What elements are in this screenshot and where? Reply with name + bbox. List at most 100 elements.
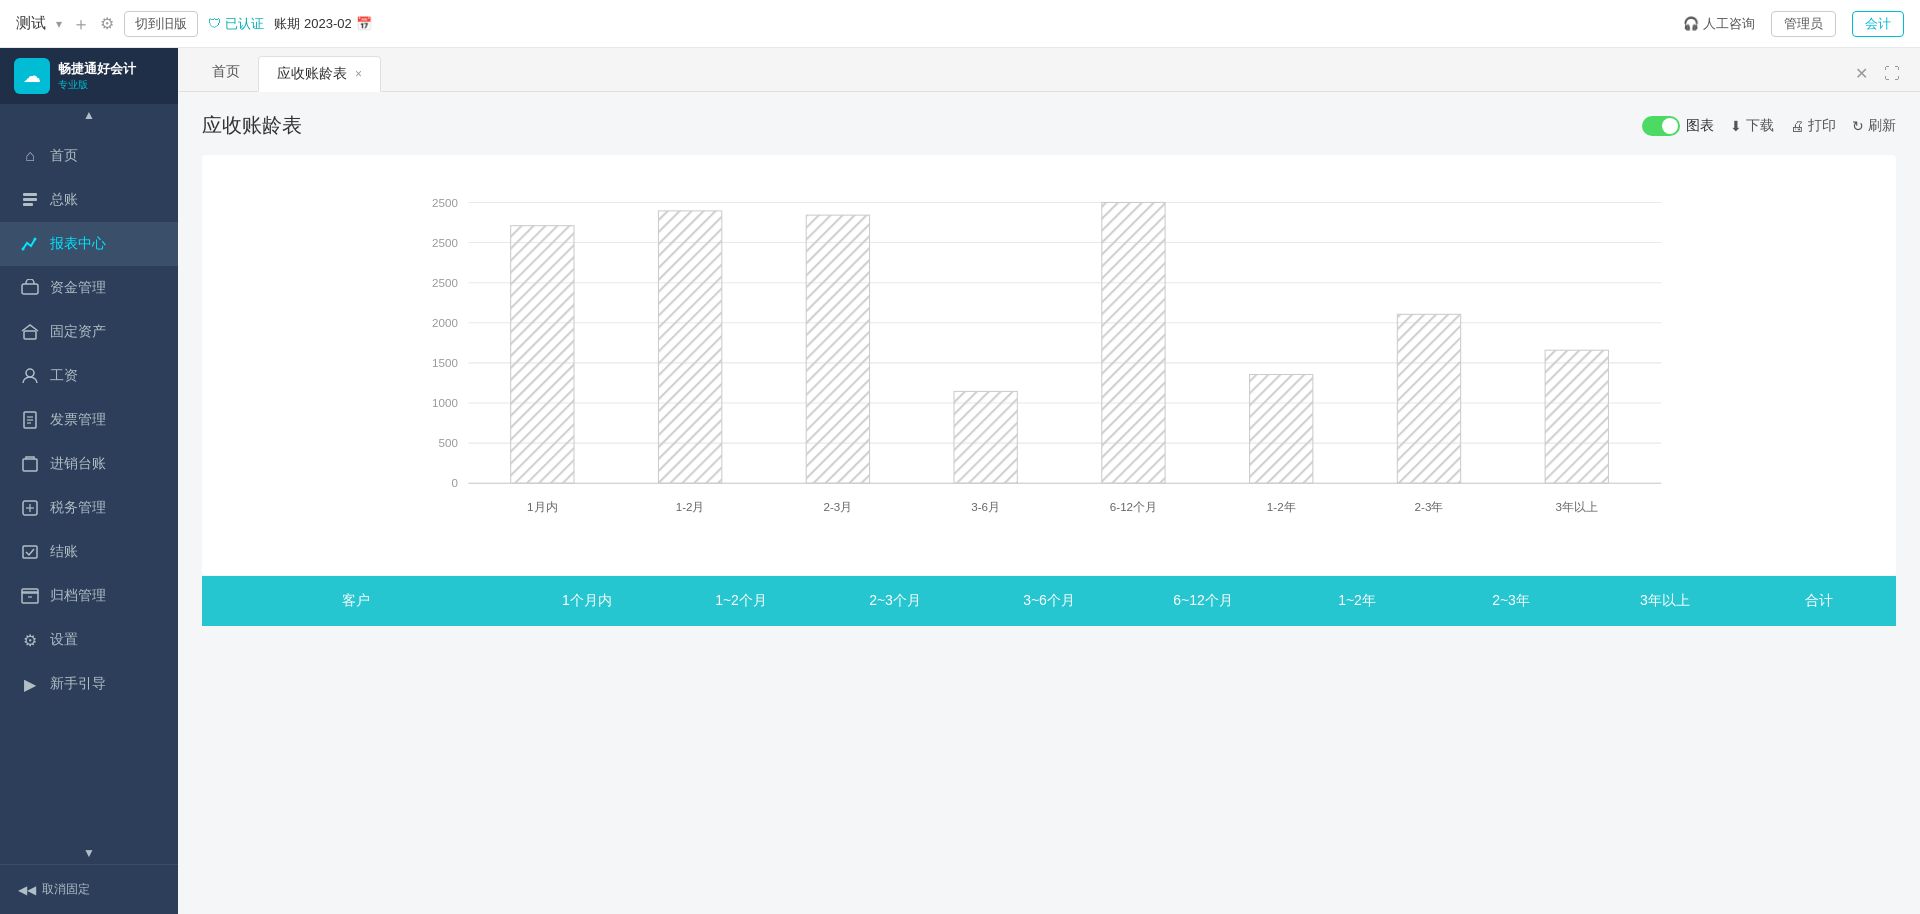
accountant-button[interactable]: 会计 [1852,11,1904,37]
svg-rect-18 [22,589,38,593]
sidebar-item-label: 进销台账 [50,455,106,473]
expand-icon[interactable]: ⛶ [1880,61,1904,87]
invoice-icon [20,410,40,430]
sidebar-item-guide[interactable]: ▶ 新手引导 [0,662,178,706]
th-3year-plus: 3年以上 [1588,576,1742,626]
bar-2-3年 [1397,314,1460,483]
scroll-up-indicator[interactable]: ▲ [0,104,178,126]
sidebar-item-general-ledger[interactable]: 总账 [0,178,178,222]
svg-text:2500: 2500 [432,276,458,289]
logo-title: 畅捷通好会计 [58,60,136,78]
chart-container: 2500 2500 2500 2000 1500 1000 500 0 [202,155,1896,575]
tax-icon [20,498,40,518]
th-6-12month: 6~12个月 [1126,576,1280,626]
svg-rect-16 [23,546,37,558]
sidebar-item-label: 固定资产 [50,323,106,341]
sidebar-item-label: 报表中心 [50,235,106,253]
sidebar-nav: ⌂ 首页 总账 报表中心 资金管理 [0,126,178,842]
sidebar-item-home[interactable]: ⌂ 首页 [0,134,178,178]
svg-text:1月内: 1月内 [527,500,557,513]
salary-icon [20,366,40,386]
th-2-3year: 2~3年 [1434,576,1588,626]
sidebar-item-tax-management[interactable]: 税务管理 [0,486,178,530]
consult-button[interactable]: 🎧 人工咨询 [1683,15,1755,33]
header-right: 🎧 人工咨询 管理员 会计 [1683,11,1904,37]
svg-text:1000: 1000 [432,396,458,409]
svg-rect-0 [23,193,37,196]
svg-point-4 [34,238,37,241]
logo-sub: 专业版 [58,78,136,92]
print-button[interactable]: 🖨 打印 [1790,117,1836,135]
bar-3-6月 [954,391,1017,483]
guide-icon: ▶ [20,674,40,694]
sidebar-item-invoice-management[interactable]: 发票管理 [0,398,178,442]
assets-icon [20,322,40,342]
settings-icon: ⚙ [20,630,40,650]
closing-icon [20,542,40,562]
purchase-icon [20,454,40,474]
sidebar-item-label: 总账 [50,191,78,209]
svg-text:2500: 2500 [432,196,458,209]
sidebar-item-fund-management[interactable]: 资金管理 [0,266,178,310]
dropdown-arrow-icon[interactable]: ▾ [56,17,62,31]
download-button[interactable]: ⬇ 下载 [1730,117,1774,135]
sidebar-item-label: 工资 [50,367,78,385]
svg-text:500: 500 [439,436,458,449]
bar-3年以上 [1545,350,1608,483]
cancel-fix-button[interactable]: ◀◀ 取消固定 [10,875,168,904]
toggle-thumb [1662,118,1678,134]
th-3-6month: 3~6个月 [972,576,1126,626]
sidebar-item-closing[interactable]: 结账 [0,530,178,574]
table-container: 客户 1个月内 1~2个月 2~3个月 3~6个月 6~12个月 1~2年 2~… [202,576,1896,626]
refresh-button[interactable]: ↻ 刷新 [1852,117,1896,135]
sidebar-item-salary[interactable]: 工资 [0,354,178,398]
sidebar-bottom: ◀◀ 取消固定 [0,864,178,914]
ledger-icon [20,190,40,210]
svg-text:2000: 2000 [432,316,458,329]
header-left: 测试 ▾ ＋ ⚙ 切到旧版 🛡 已认证 账期 2023-02 📅 [16,11,372,37]
sidebar-item-report-center[interactable]: 报表中心 [0,222,178,266]
svg-text:3年以上: 3年以上 [1556,500,1598,513]
bar-6-12月 [1102,202,1165,483]
sidebar-item-fixed-assets[interactable]: 固定资产 [0,310,178,354]
chart-toggle-switch[interactable] [1642,116,1680,136]
tab-label: 应收账龄表 [277,65,347,83]
add-icon[interactable]: ＋ [72,12,90,36]
th-1month: 1个月内 [510,576,664,626]
old-version-button[interactable]: 切到旧版 [124,11,198,37]
th-total: 合计 [1742,576,1896,626]
sidebar-item-label: 新手引导 [50,675,106,693]
scroll-down-indicator[interactable]: ▼ [0,842,178,864]
bar-chart-svg: 2500 2500 2500 2000 1500 1000 500 0 [222,175,1876,555]
fund-icon [20,278,40,298]
logo-text: 畅捷通好会计 专业版 [58,60,136,92]
bar-2-3月 [806,215,869,483]
headset-icon: 🎧 [1683,16,1699,31]
tab-report[interactable]: 应收账龄表 × [258,56,381,92]
shield-icon: 🛡 [208,16,221,31]
page-header: 应收账龄表 图表 ⬇ 下载 🖨 打印 [202,112,1896,139]
page-content: 应收账龄表 图表 ⬇ 下载 🖨 打印 [178,92,1920,914]
tab-bar: 首页 应收账龄表 × ✕ ⛶ [178,48,1920,92]
th-customer: 客户 [202,576,510,626]
sidebar-item-archive[interactable]: 归档管理 [0,574,178,618]
account-period: 账期 2023-02 📅 [274,15,372,33]
svg-rect-12 [23,459,37,471]
svg-rect-2 [23,203,33,206]
tab-close-icon[interactable]: × [355,67,362,81]
download-icon: ⬇ [1730,118,1742,134]
sidebar-item-purchase-sales[interactable]: 进销台账 [0,442,178,486]
calendar-icon[interactable]: 📅 [356,16,372,31]
manager-button[interactable]: 管理员 [1771,11,1836,37]
tab-home[interactable]: 首页 [194,55,258,91]
sidebar-item-settings[interactable]: ⚙ 设置 [0,618,178,662]
bar-1月内 [511,226,574,484]
pin-icon: ◀◀ [18,883,36,897]
gear-icon[interactable]: ⚙ [100,14,114,33]
svg-text:1-2月: 1-2月 [676,500,705,513]
sidebar-item-label: 首页 [50,147,78,165]
top-header: 测试 ▾ ＋ ⚙ 切到旧版 🛡 已认证 账期 2023-02 📅 🎧 人工咨询 … [0,0,1920,48]
svg-point-3 [22,248,25,251]
svg-text:2-3月: 2-3月 [823,500,852,513]
close-window-icon[interactable]: ✕ [1851,60,1872,87]
